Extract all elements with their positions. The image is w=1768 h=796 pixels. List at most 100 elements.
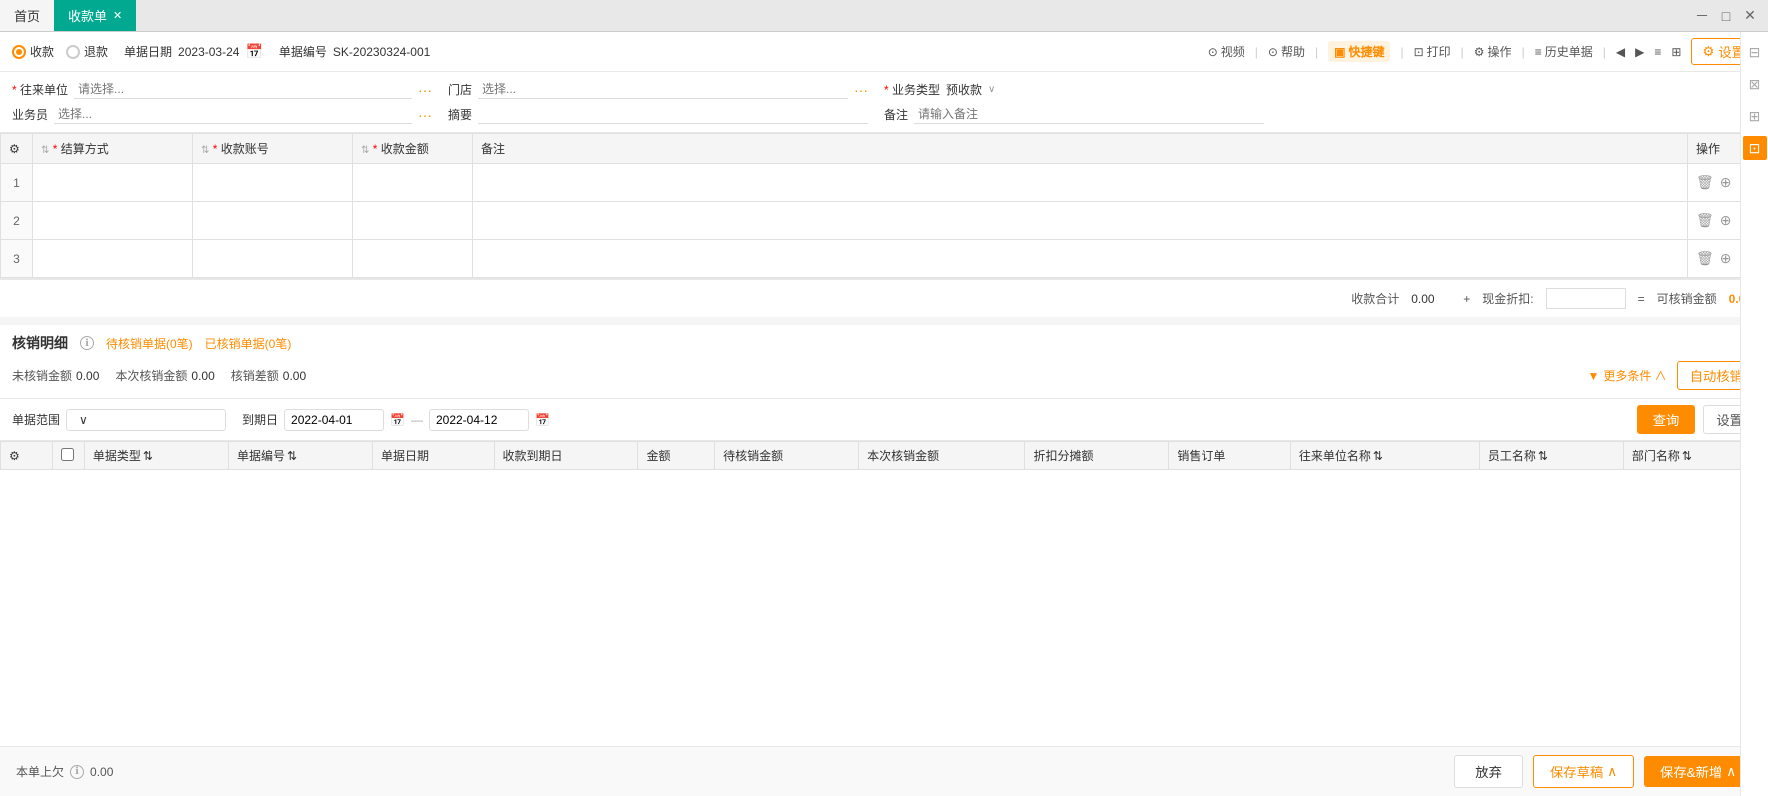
sort-bill-type[interactable]: 单据类型 ⇅ (93, 447, 220, 464)
operations-button[interactable]: ⚙ 操作 (1474, 43, 1512, 60)
due-date-from-input[interactable] (284, 409, 384, 431)
account-input-1[interactable] (193, 170, 352, 196)
maximize-button[interactable]: □ (1718, 8, 1734, 24)
counterparty-input[interactable] (74, 80, 412, 99)
nav-menu[interactable]: ≡ (1654, 45, 1661, 59)
bt-th-bill-type-label: 单据类型 (93, 447, 141, 464)
right-panel-link-icon[interactable]: ⊞ (1743, 104, 1767, 128)
current-verify-label: 本次核销金额 (115, 367, 187, 384)
shortcut-button[interactable]: ▣ 快捷键 (1328, 41, 1390, 62)
range-select[interactable]: ∨ (66, 409, 226, 431)
query-button[interactable]: 查询 (1637, 405, 1696, 434)
tab-receipt[interactable]: 收款单 ✕ (54, 0, 136, 31)
remark-cell-2[interactable] (473, 202, 1688, 240)
tab-close-icon[interactable]: ✕ (113, 9, 122, 22)
amount-cell-1[interactable] (353, 164, 473, 202)
account-cell-1[interactable] (193, 164, 353, 202)
sort-bill-no[interactable]: 单据编号 ⇅ (237, 447, 364, 464)
th-account: ⇅ 收款账号 (193, 134, 353, 164)
summary-field: 摘要 (448, 105, 868, 124)
right-panel-table-icon[interactable]: ⊟ (1743, 40, 1767, 64)
video-button[interactable]: ⊙ 视频 (1208, 43, 1245, 60)
verify-table: ⚙ 单据类型 ⇅ 单据编号 ⇅ (0, 441, 1768, 470)
bt-th-checkbox[interactable] (52, 442, 84, 470)
business-type-chevron[interactable]: ∨ (988, 84, 995, 95)
settlement-cell-3[interactable] (33, 240, 193, 278)
help-button[interactable]: ⊙ 帮助 (1268, 43, 1305, 60)
refund-radio[interactable]: 退款 (66, 43, 108, 60)
summary-input[interactable] (478, 105, 868, 124)
settlement-cell-1[interactable] (33, 164, 193, 202)
tab-home[interactable]: 首页 (0, 0, 54, 31)
th-gear[interactable]: ⚙ (1, 134, 33, 164)
calendar-icon-from[interactable]: 📅 (390, 413, 405, 427)
history-button[interactable]: ≡ 历史单据 (1535, 43, 1593, 60)
save-new-button[interactable]: 保存&新增 ∧ (1644, 756, 1752, 787)
remark-input-3[interactable] (473, 246, 1687, 272)
calendar-icon[interactable]: 📅 (245, 43, 262, 60)
delete-icon-2[interactable]: 🗑 (1696, 212, 1714, 229)
more-conditions-btn[interactable]: ▼ 更多条件 ∧ (1587, 367, 1666, 384)
account-input-2[interactable] (193, 208, 352, 234)
right-panel-doc-icon[interactable]: ⊠ (1743, 72, 1767, 96)
due-date-to-input[interactable] (429, 409, 529, 431)
save-draft-button[interactable]: 保存草稿 ∧ (1533, 755, 1634, 788)
bt-th-current-verify: 本次核销金额 (859, 442, 1025, 470)
remark-input-2[interactable] (473, 208, 1687, 234)
remark-cell-3[interactable] (473, 240, 1688, 278)
pending-tab[interactable]: 待核销单据(0笔) (106, 335, 193, 352)
discount-input[interactable] (1546, 288, 1626, 309)
right-panel-screenshot-icon[interactable]: ⊡ (1743, 136, 1767, 160)
table-row: 1 🗑 ⊕ (1, 164, 1768, 202)
account-cell-2[interactable] (193, 202, 353, 240)
settlement-input-2[interactable] (33, 208, 192, 234)
settlement-input-3[interactable] (33, 246, 192, 272)
amount-input-2[interactable] (353, 208, 472, 234)
bill-date-value[interactable]: 2023-03-24 (178, 45, 239, 59)
remark-input-1[interactable] (473, 170, 1687, 196)
equals-sign: = (1638, 292, 1645, 306)
verify-info-icon[interactable]: ℹ (80, 336, 94, 350)
minimize-button[interactable]: － (1694, 8, 1710, 24)
sort-counterparty[interactable]: 往来单位名称 ⇅ (1299, 447, 1471, 464)
copy-icon-2[interactable]: ⊕ (1720, 212, 1732, 229)
nav-next[interactable]: ▶ (1635, 45, 1644, 59)
carry-over-info-icon[interactable]: ℹ (70, 765, 84, 779)
nav-prev[interactable]: ◀ (1616, 45, 1625, 59)
save-new-chevron: ∧ (1726, 764, 1736, 780)
remark-input[interactable] (914, 105, 1264, 124)
unverified-label: 未核销金额 (12, 367, 72, 384)
delete-icon-3[interactable]: 🗑 (1696, 250, 1714, 267)
staff-more-icon[interactable]: ··· (418, 107, 432, 123)
staff-input[interactable] (54, 105, 412, 124)
sort-staff[interactable]: 员工名称 ⇅ (1488, 447, 1615, 464)
print-button[interactable]: ⊡ 打印 (1414, 43, 1451, 60)
calendar-icon-to[interactable]: 📅 (535, 413, 550, 427)
amount-cell-3[interactable] (353, 240, 473, 278)
delete-icon-1[interactable]: 🗑 (1696, 174, 1714, 191)
settlement-input-1[interactable] (33, 170, 192, 196)
bt-th-gear[interactable]: ⚙ (1, 442, 53, 470)
remark-cell-1[interactable] (473, 164, 1688, 202)
nav-grid[interactable]: ⊞ (1671, 45, 1681, 59)
account-input-3[interactable] (193, 246, 352, 272)
counterparty-more-icon[interactable]: ··· (418, 82, 432, 98)
store-more-icon[interactable]: ··· (854, 82, 868, 98)
account-cell-3[interactable] (193, 240, 353, 278)
row-num-3: 3 (1, 240, 33, 278)
amount-input-1[interactable] (353, 170, 472, 196)
bill-no-value[interactable]: SK-20230324-001 (333, 45, 430, 59)
receipt-radio[interactable]: 收款 (12, 43, 54, 60)
th-account-label: 收款账号 (213, 142, 269, 156)
done-tab[interactable]: 已核销单据(0笔) (205, 335, 292, 352)
amount-input-3[interactable] (353, 246, 472, 272)
amount-cell-2[interactable] (353, 202, 473, 240)
form-section: 往来单位 ··· 门店 ··· 业务类型 预收款 ∨ 业务员 ··· (0, 72, 1768, 133)
store-input[interactable] (478, 80, 848, 99)
copy-icon-3[interactable]: ⊕ (1720, 250, 1732, 267)
settlement-cell-2[interactable] (33, 202, 193, 240)
abandon-button[interactable]: 放弃 (1454, 755, 1523, 788)
close-button[interactable]: ✕ (1742, 8, 1758, 24)
copy-icon-1[interactable]: ⊕ (1720, 174, 1732, 191)
select-all-checkbox[interactable] (61, 448, 74, 461)
